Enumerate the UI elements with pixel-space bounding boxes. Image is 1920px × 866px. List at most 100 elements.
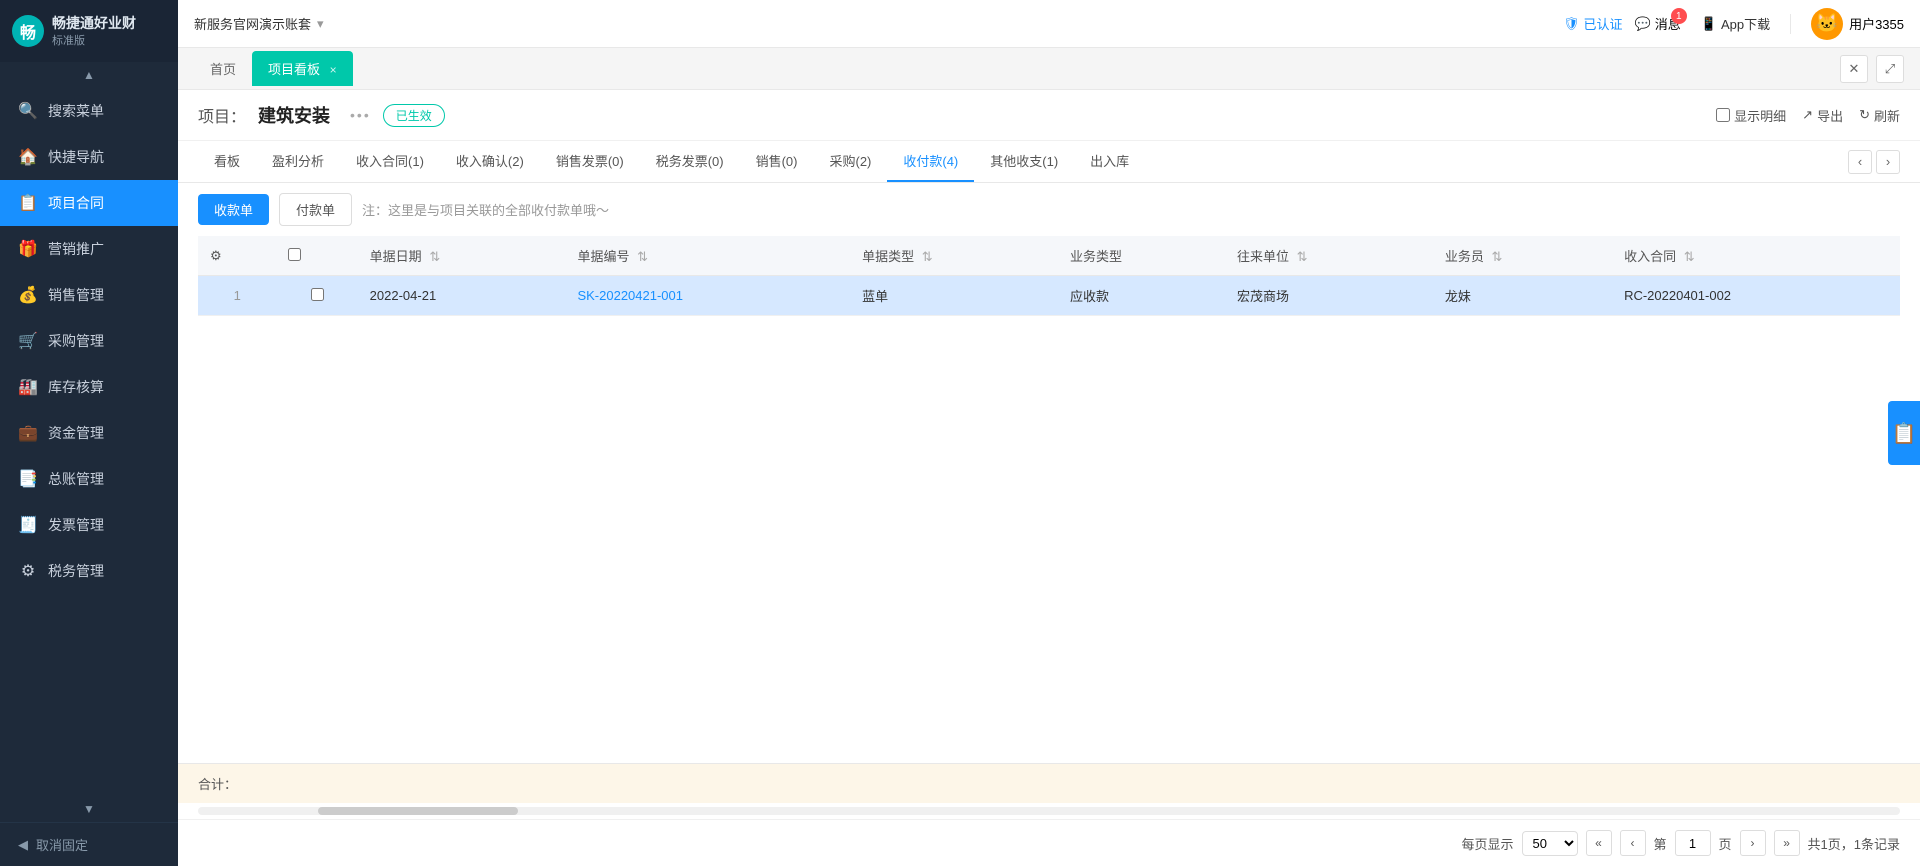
- col-docno[interactable]: 单据编号 ⇅: [565, 236, 850, 276]
- next-page-btn[interactable]: ›: [1740, 830, 1766, 856]
- sub-tab-income-contract-label: 收入合同(1): [356, 154, 424, 169]
- export-label: 导出: [1817, 106, 1843, 125]
- tab-home[interactable]: 首页: [194, 51, 252, 86]
- sub-tab-purchase[interactable]: 采购(2): [813, 141, 887, 182]
- gift-icon: 🎁: [18, 239, 38, 259]
- sidebar-item-marketing[interactable]: 🎁 营销推广: [0, 226, 178, 272]
- show-detail-toggle[interactable]: 显示明细: [1716, 106, 1786, 125]
- col-doctype[interactable]: 单据类型 ⇅: [850, 236, 1058, 276]
- sidebar-item-label: 销售管理: [48, 285, 104, 305]
- user-menu-btn[interactable]: 🐱 用户3355: [1811, 8, 1904, 40]
- sub-tab-income-contract[interactable]: 收入合同(1): [340, 141, 440, 182]
- topbar-right: 💬 消息 1 📱 App下载 🐱 用户3355: [1635, 8, 1904, 40]
- col-settings[interactable]: ⚙: [198, 236, 276, 276]
- sub-tab-sales[interactable]: 销售(0): [740, 141, 814, 182]
- sub-tab-profit[interactable]: 盈利分析: [256, 141, 340, 182]
- topbar-project: 新服务官网演示账套 ▾: [194, 14, 1551, 33]
- receipt-btn[interactable]: 收款单: [198, 194, 269, 225]
- sidebar-item-nav[interactable]: 🏠 快捷导航: [0, 134, 178, 180]
- sub-tab-payment[interactable]: 收付款(4): [887, 141, 974, 182]
- sidebar-logo: 畅 畅捷通好业财 标准版: [0, 0, 178, 62]
- sub-tab-profit-label: 盈利分析: [272, 154, 324, 169]
- summary-label: 合计：: [198, 777, 237, 792]
- scrollbar-thumb[interactable]: [318, 807, 518, 815]
- sub-tab-income-confirm[interactable]: 收入确认(2): [440, 141, 540, 182]
- scroll-down-arrow[interactable]: ▼: [81, 800, 97, 818]
- sidebar-item-search[interactable]: 🔍 搜索菜单: [0, 88, 178, 134]
- col-checkbox: [276, 236, 357, 276]
- sort-docno-icon: ⇅: [637, 249, 648, 264]
- show-detail-checkbox[interactable]: [1716, 108, 1730, 122]
- maximize-btn[interactable]: ⤢: [1876, 55, 1904, 83]
- tab-home-label: 首页: [210, 62, 236, 77]
- sub-tab-income-confirm-label: 收入确认(2): [456, 154, 524, 169]
- sub-tab-sales-invoice[interactable]: 销售发票(0): [540, 141, 640, 182]
- table-row[interactable]: 1 2022-04-21 SK-20220421-001 蓝单 应收款 宏茂商场…: [198, 276, 1900, 316]
- cell-doctype: 蓝单: [850, 276, 1058, 316]
- first-page-btn[interactable]: «: [1586, 830, 1612, 856]
- sub-tab-next-btn[interactable]: ›: [1876, 150, 1900, 174]
- page-size-label: 每页显示: [1461, 834, 1513, 853]
- tab-project[interactable]: 项目看板 ×: [252, 51, 353, 86]
- sales-icon: 💰: [18, 285, 38, 305]
- sidebar-item-sales[interactable]: 💰 销售管理: [0, 272, 178, 318]
- payment-btn[interactable]: 付款单: [279, 193, 352, 226]
- cancel-fixed-btn[interactable]: ◀ 取消固定: [0, 822, 178, 866]
- user-name: 用户3355: [1849, 14, 1904, 33]
- app-download-btn[interactable]: 📱 App下载: [1701, 14, 1770, 33]
- cell-docno[interactable]: SK-20220421-001: [565, 276, 850, 316]
- col-salesperson[interactable]: 业务员 ⇅: [1433, 236, 1612, 276]
- sub-tab-kanban[interactable]: 看板: [198, 141, 256, 182]
- export-btn[interactable]: ↗ 导出: [1802, 106, 1843, 125]
- tab-close-icon[interactable]: ×: [330, 63, 337, 77]
- sub-tab-inout[interactable]: 出入库: [1074, 141, 1145, 182]
- tab-actions: ✕ ⤢: [1840, 55, 1904, 83]
- cell-date: 2022-04-21: [358, 276, 566, 316]
- col-date[interactable]: 单据日期 ⇅: [358, 236, 566, 276]
- sidebar-item-invoice[interactable]: 🧾 发票管理: [0, 502, 178, 548]
- sidebar-item-project[interactable]: 📋 项目合同: [0, 180, 178, 226]
- close-window-btn[interactable]: ✕: [1840, 55, 1868, 83]
- row-checkbox-cell[interactable]: [276, 276, 357, 316]
- sidebar-item-finance[interactable]: 💼 资金管理: [0, 410, 178, 456]
- select-all-checkbox[interactable]: [288, 248, 301, 261]
- page-input[interactable]: [1675, 830, 1711, 856]
- finance-icon: 💼: [18, 423, 38, 443]
- sub-tab-prev-btn[interactable]: ‹: [1848, 150, 1872, 174]
- tax-icon: ⚙: [18, 561, 38, 581]
- settings-icon: ⚙: [210, 248, 222, 263]
- more-options-btn[interactable]: •••: [350, 107, 371, 123]
- doc-link[interactable]: SK-20220421-001: [577, 288, 683, 303]
- dropdown-arrow-icon[interactable]: ▾: [317, 16, 324, 32]
- refresh-btn[interactable]: ↻ 刷新: [1859, 106, 1900, 125]
- topbar-divider: [1790, 14, 1791, 34]
- scrollbar-track: [198, 807, 1900, 815]
- col-contract[interactable]: 收入合同 ⇅: [1612, 236, 1900, 276]
- sidebar-item-ledger[interactable]: 📑 总账管理: [0, 456, 178, 502]
- tab-bar: 首页 项目看板 × ✕ ⤢: [178, 48, 1920, 90]
- table-header-row: ⚙ 单据日期 ⇅ 单据编号 ⇅: [198, 236, 1900, 276]
- scroll-up-arrow[interactable]: ▲: [81, 66, 97, 84]
- page-header: 项目： 建筑安装 ••• 已生效 显示明细 ↗ 导出 ↻ 刷新: [178, 90, 1920, 141]
- pagination-row: 每页显示 50 20 100 « ‹ 第 页 › » 共1页，1条记录: [178, 819, 1920, 866]
- purchase-icon: 🛒: [18, 331, 38, 351]
- ledger-icon: 📑: [18, 469, 38, 489]
- sub-tab-tax-invoice[interactable]: 税务发票(0): [640, 141, 740, 182]
- col-partner[interactable]: 往来单位 ⇅: [1225, 236, 1433, 276]
- sort-contract-icon: ⇅: [1684, 249, 1695, 264]
- table-scrollbar[interactable]: [178, 803, 1920, 819]
- sidebar-scroll-up[interactable]: ▲: [0, 62, 178, 88]
- page-unit-label: 页: [1719, 834, 1732, 853]
- sidebar-scroll-down[interactable]: ▼: [0, 796, 178, 822]
- page-size-select[interactable]: 50 20 100: [1522, 831, 1578, 856]
- sidebar-item-label: 营销推广: [48, 239, 104, 259]
- float-action-btn[interactable]: 📋: [1888, 401, 1920, 465]
- sub-tab-other[interactable]: 其他收支(1): [974, 141, 1074, 182]
- sidebar-item-tax[interactable]: ⚙ 税务管理: [0, 548, 178, 594]
- row-checkbox[interactable]: [311, 288, 324, 301]
- last-page-btn[interactable]: »: [1774, 830, 1800, 856]
- prev-page-btn[interactable]: ‹: [1620, 830, 1646, 856]
- sidebar-item-inventory[interactable]: 🏭 库存核算: [0, 364, 178, 410]
- message-btn[interactable]: 💬 消息 1: [1635, 14, 1681, 33]
- sidebar-item-purchase[interactable]: 🛒 采购管理: [0, 318, 178, 364]
